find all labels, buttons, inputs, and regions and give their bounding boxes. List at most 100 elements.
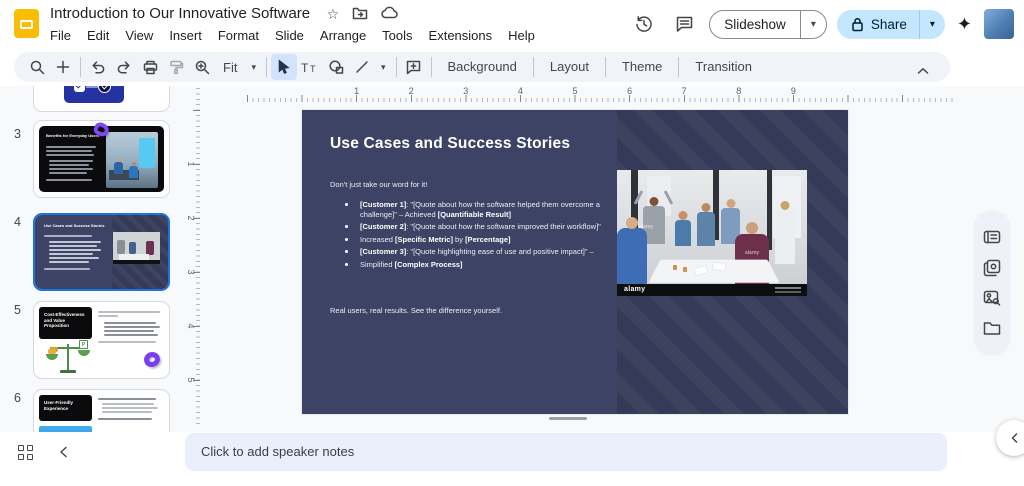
cloud-saved-icon[interactable] bbox=[381, 6, 398, 22]
star-icon[interactable]: ☆ bbox=[327, 6, 340, 22]
thumb6-title-box: User-Friendly Experience bbox=[39, 395, 92, 421]
menu-extensions[interactable]: Extensions bbox=[421, 26, 501, 45]
document-title[interactable]: Introduction to Our Innovative Software bbox=[50, 5, 310, 22]
lock-icon bbox=[851, 17, 864, 32]
bullet-metric: Increased [Specific Metric] by [Percenta… bbox=[345, 235, 607, 245]
thumb6-title: User-Friendly Experience bbox=[44, 400, 88, 411]
vertical-ruler: 1 2 3 4 5 bbox=[185, 86, 200, 426]
search-menus-icon[interactable] bbox=[24, 54, 50, 80]
gemini-spark-icon[interactable]: ✦ bbox=[957, 14, 972, 35]
photo-watermark-bar: alamy bbox=[617, 284, 807, 296]
version-history-icon[interactable] bbox=[629, 9, 659, 39]
zoom-icon[interactable] bbox=[189, 54, 215, 80]
slide-bullet-list[interactable]: [Customer 1]: "[Quote about how the soft… bbox=[345, 200, 607, 272]
slide-thumbnail-4-selected[interactable]: Use Cases and Success Stories bbox=[33, 213, 170, 291]
redo-icon[interactable] bbox=[111, 54, 137, 80]
undo-icon[interactable] bbox=[85, 54, 111, 80]
thumb5-title-box: Cost-Effectiveness and Value Proposition bbox=[39, 307, 92, 339]
bullet-customer-3: [Customer 3]: "[Quote highlighting ease … bbox=[345, 247, 607, 257]
select-tool-icon[interactable] bbox=[271, 54, 297, 80]
slideshow-dropdown-caret-icon[interactable]: ▾ bbox=[801, 19, 826, 30]
slide-outline-icon[interactable] bbox=[981, 226, 1003, 248]
grid-view-icon[interactable] bbox=[18, 445, 33, 460]
thumb4-title: Use Cases and Success Stories bbox=[44, 223, 114, 228]
bullet-customer-2: [Customer 2]: "[Quote about how the soft… bbox=[345, 222, 607, 232]
horizontal-scrollbar-thumb[interactable] bbox=[549, 417, 587, 420]
thumb4-slide: Use Cases and Success Stories bbox=[35, 215, 168, 289]
slide-thumbnail-6[interactable]: User-Friendly Experience bbox=[33, 389, 170, 432]
paint-format-icon[interactable] bbox=[163, 54, 189, 80]
menu-tools[interactable]: Tools bbox=[374, 26, 420, 45]
slide-thumbnail-2-partial[interactable] bbox=[33, 86, 170, 112]
menu-help[interactable]: Help bbox=[500, 26, 543, 45]
menu-bar: File Edit View Insert Format Slide Arran… bbox=[50, 26, 543, 45]
share-button-label: Share bbox=[871, 17, 907, 32]
toolbar: Fit ▾ TT ▾ Background Layout bbox=[0, 48, 1024, 86]
share-dropdown-caret-icon[interactable]: ▾ bbox=[920, 19, 945, 30]
thumb3-photo bbox=[106, 132, 158, 188]
insert-comment-icon[interactable] bbox=[401, 54, 427, 80]
menu-view[interactable]: View bbox=[117, 26, 161, 45]
print-icon[interactable] bbox=[137, 54, 163, 80]
transition-button[interactable]: Transition bbox=[683, 54, 764, 80]
share-split-button: Share ▾ bbox=[837, 10, 945, 39]
line-tool-icon[interactable] bbox=[349, 54, 375, 80]
slide-number-6: 6 bbox=[14, 391, 21, 405]
slide-photo-team-celebration[interactable]: alamy alamy alamy bbox=[617, 170, 807, 296]
menu-format[interactable]: Format bbox=[210, 26, 267, 45]
collapse-side-panel-button[interactable] bbox=[996, 420, 1024, 456]
share-button[interactable]: Share bbox=[837, 17, 919, 32]
bullet-simplified: Simplified [Complex Process] bbox=[345, 260, 607, 270]
theme-button[interactable]: Theme bbox=[610, 54, 674, 80]
slide-number-5: 5 bbox=[14, 303, 21, 317]
thumb2-flowchart-box bbox=[64, 86, 124, 103]
slide-number-4: 4 bbox=[14, 215, 21, 229]
side-quick-access-panel bbox=[973, 210, 1011, 356]
slideshow-button[interactable]: Slideshow bbox=[710, 11, 800, 38]
comments-icon[interactable] bbox=[669, 9, 699, 39]
menu-edit[interactable]: Edit bbox=[79, 26, 117, 45]
slide-thumbnail-5[interactable]: Cost-Effectiveness and Value Proposition… bbox=[33, 301, 170, 379]
thumb3-title: Benefits for Everyday Users bbox=[46, 133, 102, 138]
thumb5-title: Cost-Effectiveness and Value Proposition bbox=[44, 312, 88, 329]
zoom-select-caret-icon[interactable]: ▾ bbox=[245, 62, 262, 73]
background-button[interactable]: Background bbox=[436, 54, 529, 80]
header: Introduction to Our Innovative Software … bbox=[0, 0, 1024, 48]
slide-title[interactable]: Use Cases and Success Stories bbox=[330, 135, 570, 153]
bullet-customer-1: [Customer 1]: "[Quote about how the soft… bbox=[345, 200, 607, 219]
line-tool-caret-icon[interactable]: ▾ bbox=[375, 62, 392, 73]
workspace: 3 Benefits for Everyday Users bbox=[0, 86, 1024, 432]
folder-icon[interactable] bbox=[981, 318, 1003, 340]
horizontal-ruler: 1 2 3 4 5 6 7 8 9 bbox=[245, 86, 957, 102]
thumb4-photo bbox=[113, 232, 160, 264]
shape-tool-icon[interactable] bbox=[323, 54, 349, 80]
google-slides-app: Introduction to Our Innovative Software … bbox=[0, 0, 1024, 486]
speaker-notes-placeholder: Click to add speaker notes bbox=[201, 444, 354, 459]
slide-thumbnail-3[interactable]: Benefits for Everyday Users bbox=[33, 120, 170, 198]
thumb6-image bbox=[39, 426, 92, 432]
alamy-watermark: alamy bbox=[624, 286, 645, 293]
collapse-toolbar-chevron-icon[interactable] bbox=[910, 58, 936, 84]
zoom-select-value[interactable]: Fit bbox=[215, 60, 245, 75]
collapse-filmstrip-chevron-icon[interactable] bbox=[59, 446, 68, 458]
move-to-folder-icon[interactable] bbox=[352, 6, 368, 22]
thumb5-3d-shape bbox=[142, 350, 161, 369]
menu-file[interactable]: File bbox=[50, 26, 79, 45]
user-avatar[interactable] bbox=[984, 9, 1014, 39]
menu-slide[interactable]: Slide bbox=[267, 26, 312, 45]
speaker-notes-area[interactable]: Click to add speaker notes bbox=[185, 433, 947, 471]
image-search-icon[interactable] bbox=[981, 287, 1003, 309]
text-box-tool-icon[interactable]: TT bbox=[297, 54, 323, 80]
menu-insert[interactable]: Insert bbox=[161, 26, 210, 45]
new-slide-plus-icon[interactable] bbox=[50, 54, 76, 80]
menu-arrange[interactable]: Arrange bbox=[312, 26, 374, 45]
slide-outro-text[interactable]: Real users, real results. See the differ… bbox=[330, 306, 502, 315]
svg-text:T: T bbox=[301, 61, 309, 75]
slide-intro-text[interactable]: Don't just take our word for it! bbox=[330, 180, 427, 189]
slide-canvas[interactable]: Use Cases and Success Stories Don't just… bbox=[302, 110, 848, 414]
svg-text:T: T bbox=[310, 64, 316, 74]
toolbar-pill: Fit ▾ TT ▾ Background Layout bbox=[14, 52, 950, 82]
slides-logo-icon[interactable] bbox=[14, 9, 39, 38]
photos-icon[interactable] bbox=[981, 257, 1003, 279]
layout-button[interactable]: Layout bbox=[538, 54, 601, 80]
